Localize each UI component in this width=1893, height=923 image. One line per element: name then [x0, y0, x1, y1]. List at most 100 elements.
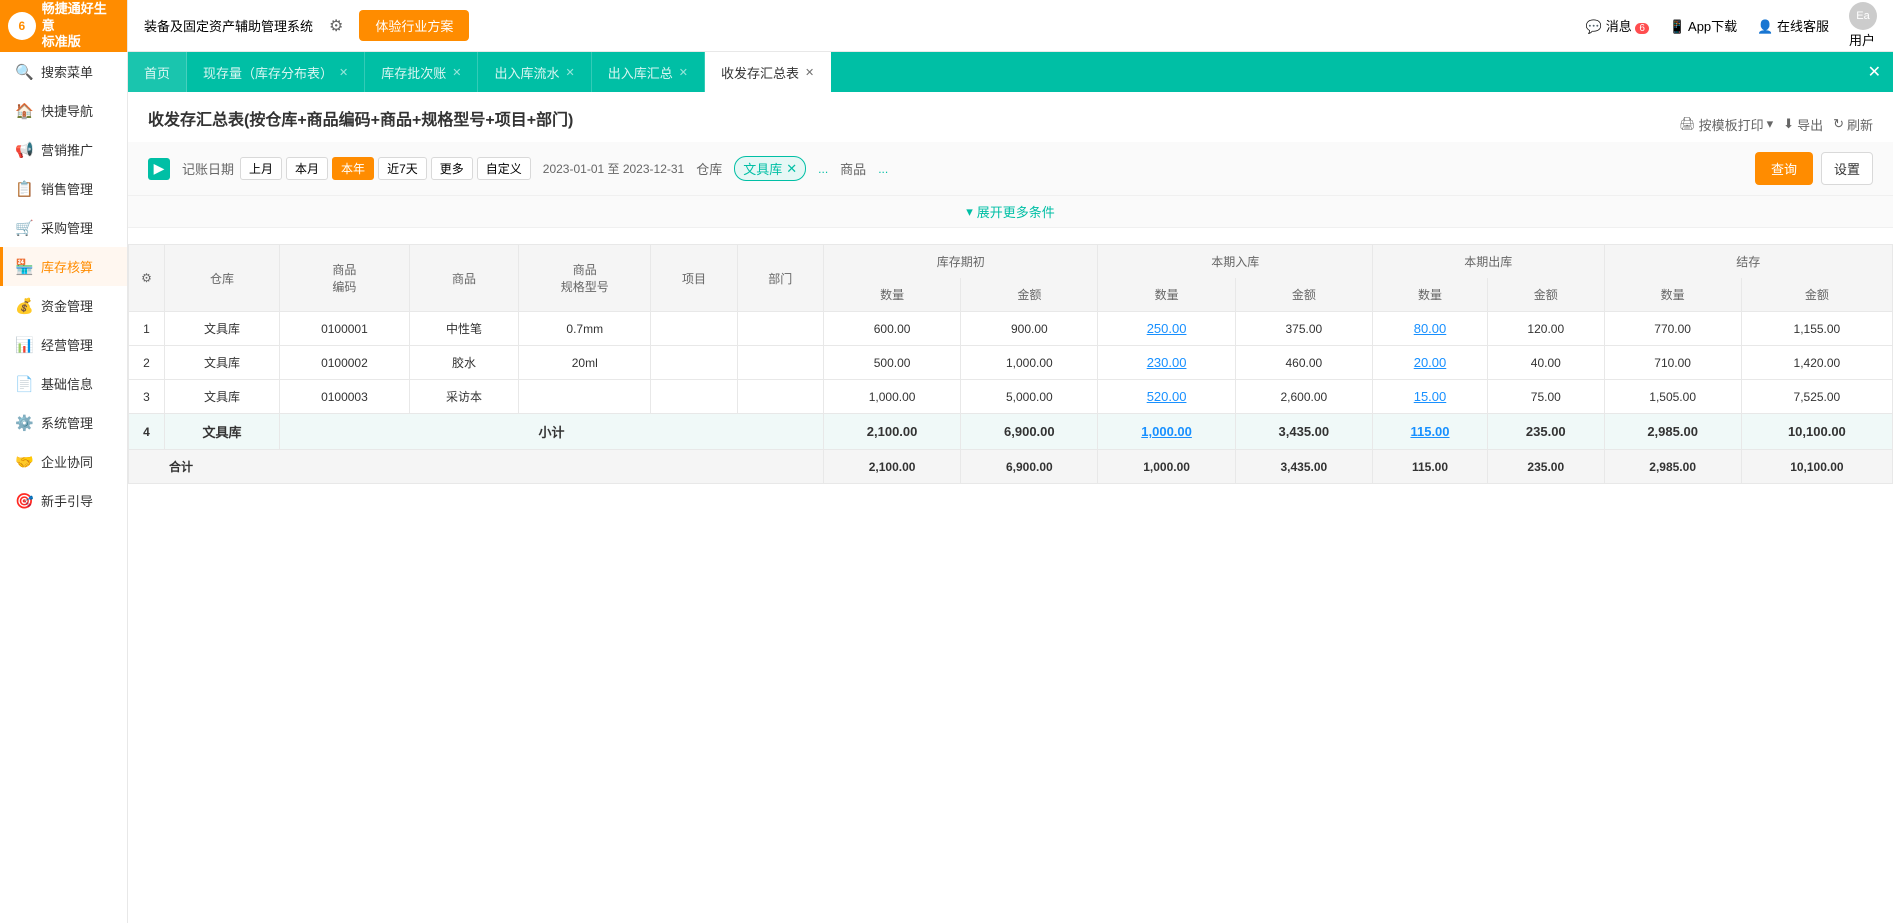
close-all-tabs-button[interactable]: ✕	[1856, 62, 1893, 82]
th-period-out: 本期出库	[1372, 245, 1604, 279]
goods-label: 商品	[840, 159, 866, 178]
tab-close-5[interactable]: ✕	[805, 66, 814, 79]
print-button[interactable]: 🖨 按模板打印 ▾	[1679, 115, 1773, 134]
sidebar-item-资金管理[interactable]: 💰 资金管理	[0, 286, 127, 325]
sidebar-icon-7: 📊	[15, 336, 33, 354]
row-code: 0100001	[280, 312, 410, 346]
date-btn-本月[interactable]: 本月	[286, 157, 328, 180]
trial-button[interactable]: 体验行业方案	[359, 10, 469, 41]
gear-icon[interactable]: ⚙	[329, 16, 343, 36]
filter-bar: ▶ 记账日期 上月本月本年近7天更多自定义 2023-01-01 至 2023-…	[128, 142, 1893, 196]
total-begin-amt: 6,900.00	[961, 450, 1098, 484]
th-bal-amt: 金额	[1741, 278, 1892, 312]
date-btn-更多[interactable]: 更多	[431, 157, 473, 180]
sub-label: 小计	[280, 414, 824, 450]
row-name: 中性笔	[409, 312, 518, 346]
sidebar-icon-11: 🎯	[15, 492, 33, 510]
expand-conditions-button[interactable]: ▾ 展开更多条件	[966, 202, 1055, 221]
row-code: 0100003	[280, 380, 410, 414]
row-name: 采访本	[409, 380, 518, 414]
filter-toggle-button[interactable]: ▶	[148, 158, 170, 180]
sidebar-item-搜索菜单[interactable]: 🔍搜索菜单	[0, 52, 127, 91]
sub-begin-qty: 2,100.00	[823, 414, 960, 450]
phone-icon: 📱	[1669, 19, 1685, 34]
sidebar-label-11: 新手引导	[41, 491, 93, 510]
row-in-qty[interactable]: 520.00	[1098, 380, 1235, 414]
sidebar-item-采购管理[interactable]: 🛒采购管理	[0, 208, 127, 247]
warehouse-more-button[interactable]: ...	[818, 162, 828, 176]
row-warehouse: 文具库	[165, 312, 280, 346]
tab-label-1: 现存量（库存分布表）	[203, 63, 333, 82]
date-btn-自定义[interactable]: 自定义	[477, 157, 531, 180]
message-action[interactable]: 💬 消息 6	[1586, 16, 1649, 35]
tab-close-1[interactable]: ✕	[339, 66, 348, 79]
row-out-amt: 120.00	[1488, 312, 1604, 346]
sidebar-icon-8: 📄	[15, 375, 33, 393]
refresh-button[interactable]: ↻ 刷新	[1833, 115, 1873, 134]
topbar-right: 💬 消息 6 📱 App下载 👤 在线客服 Ea 用户	[1586, 2, 1877, 49]
sub-out-qty[interactable]: 115.00	[1372, 414, 1487, 450]
table-header-top: ⚙ 仓库 商品编码 商品 商品规格型号 项目 部门 库存期初 本期入库 本期出库…	[129, 245, 1893, 279]
sidebar-icon-6: 💰	[15, 297, 33, 315]
tab-close-2[interactable]: ✕	[452, 66, 461, 79]
row-out-qty[interactable]: 15.00	[1372, 380, 1487, 414]
warehouse-label: 仓库	[696, 159, 722, 178]
tab-3[interactable]: 出入库流水✕	[478, 52, 591, 92]
th-in-amt: 金额	[1235, 278, 1372, 312]
remove-warehouse-tag-button[interactable]: ✕	[786, 161, 797, 177]
total-out-qty: 115.00	[1372, 450, 1487, 484]
row-bal-amt: 1,155.00	[1741, 312, 1892, 346]
row-begin-amt: 5,000.00	[961, 380, 1098, 414]
tab-0[interactable]: 首页	[128, 52, 187, 92]
setting-button[interactable]: 设置	[1821, 152, 1873, 185]
sub-bal-amt: 10,100.00	[1741, 414, 1892, 450]
query-button[interactable]: 查询	[1755, 152, 1813, 185]
tab-close-4[interactable]: ✕	[679, 66, 688, 79]
row-in-qty[interactable]: 230.00	[1098, 346, 1235, 380]
row-out-qty[interactable]: 80.00	[1372, 312, 1487, 346]
data-table: ⚙ 仓库 商品编码 商品 商品规格型号 项目 部门 库存期初 本期入库 本期出库…	[128, 244, 1893, 484]
goods-more-button[interactable]: ...	[878, 162, 888, 176]
expand-icon: ▾	[966, 204, 973, 220]
row-out-qty[interactable]: 20.00	[1372, 346, 1487, 380]
online-service-action[interactable]: 👤 在线客服	[1757, 16, 1829, 35]
export-button[interactable]: ⬇ 导出	[1783, 115, 1823, 134]
sidebar-item-库存核算[interactable]: 🏪库存核算	[0, 247, 127, 286]
sidebar-item-系统管理[interactable]: ⚙️系统管理	[0, 403, 127, 442]
tab-5[interactable]: 收发存汇总表✕	[705, 52, 831, 92]
tab-1[interactable]: 现存量（库存分布表） ✕	[187, 52, 365, 92]
th-settings: ⚙	[129, 245, 165, 312]
date-btn-近7天[interactable]: 近7天	[378, 157, 427, 180]
sidebar-label-5: 库存核算	[41, 257, 93, 276]
tab-2[interactable]: 库存批次账✕	[365, 52, 478, 92]
tab-4[interactable]: 出入库汇总 ✕	[592, 52, 705, 92]
app-download-action[interactable]: 📱 App下载	[1669, 16, 1737, 35]
row-name: 胶水	[409, 346, 518, 380]
sub-in-qty[interactable]: 1,000.00	[1098, 414, 1235, 450]
sidebar-item-企业协同[interactable]: 🤝企业协同	[0, 442, 127, 481]
sidebar-item-营销推广[interactable]: 📢营销推广	[0, 130, 127, 169]
user-action[interactable]: Ea 用户	[1849, 2, 1877, 49]
export-icon: ⬇	[1783, 116, 1794, 132]
sidebar-label-6: 资金管理	[41, 296, 93, 315]
date-btn-本年[interactable]: 本年	[332, 157, 374, 180]
sidebar-item-新手引导[interactable]: 🎯 新手引导	[0, 481, 127, 520]
row-spec: 20ml	[519, 346, 651, 380]
tab-close-3[interactable]: ✕	[566, 66, 575, 79]
th-name: 商品	[409, 245, 518, 312]
sidebar-item-经营管理[interactable]: 📊经营管理	[0, 325, 127, 364]
sidebar-label-1: 快捷导航	[41, 101, 93, 120]
sidebar-icon-3: 📋	[15, 180, 33, 198]
sidebar-item-销售管理[interactable]: 📋销售管理	[0, 169, 127, 208]
sidebar-label-4: 采购管理	[41, 218, 93, 237]
date-btn-上月[interactable]: 上月	[240, 157, 282, 180]
total-in-qty: 1,000.00	[1098, 450, 1235, 484]
row-in-qty[interactable]: 250.00	[1098, 312, 1235, 346]
sidebar-icon-1: 🏠	[15, 102, 33, 120]
tab-label-4: 出入库汇总	[608, 63, 673, 82]
sidebar-item-快捷导航[interactable]: 🏠 快捷导航	[0, 91, 127, 130]
date-range: 2023-01-01 至 2023-12-31	[543, 160, 684, 177]
warehouse-tag[interactable]: 文具库 ✕	[734, 156, 806, 181]
sidebar-item-基础信息[interactable]: 📄基础信息	[0, 364, 127, 403]
sidebar-label-9: 系统管理	[41, 413, 93, 432]
